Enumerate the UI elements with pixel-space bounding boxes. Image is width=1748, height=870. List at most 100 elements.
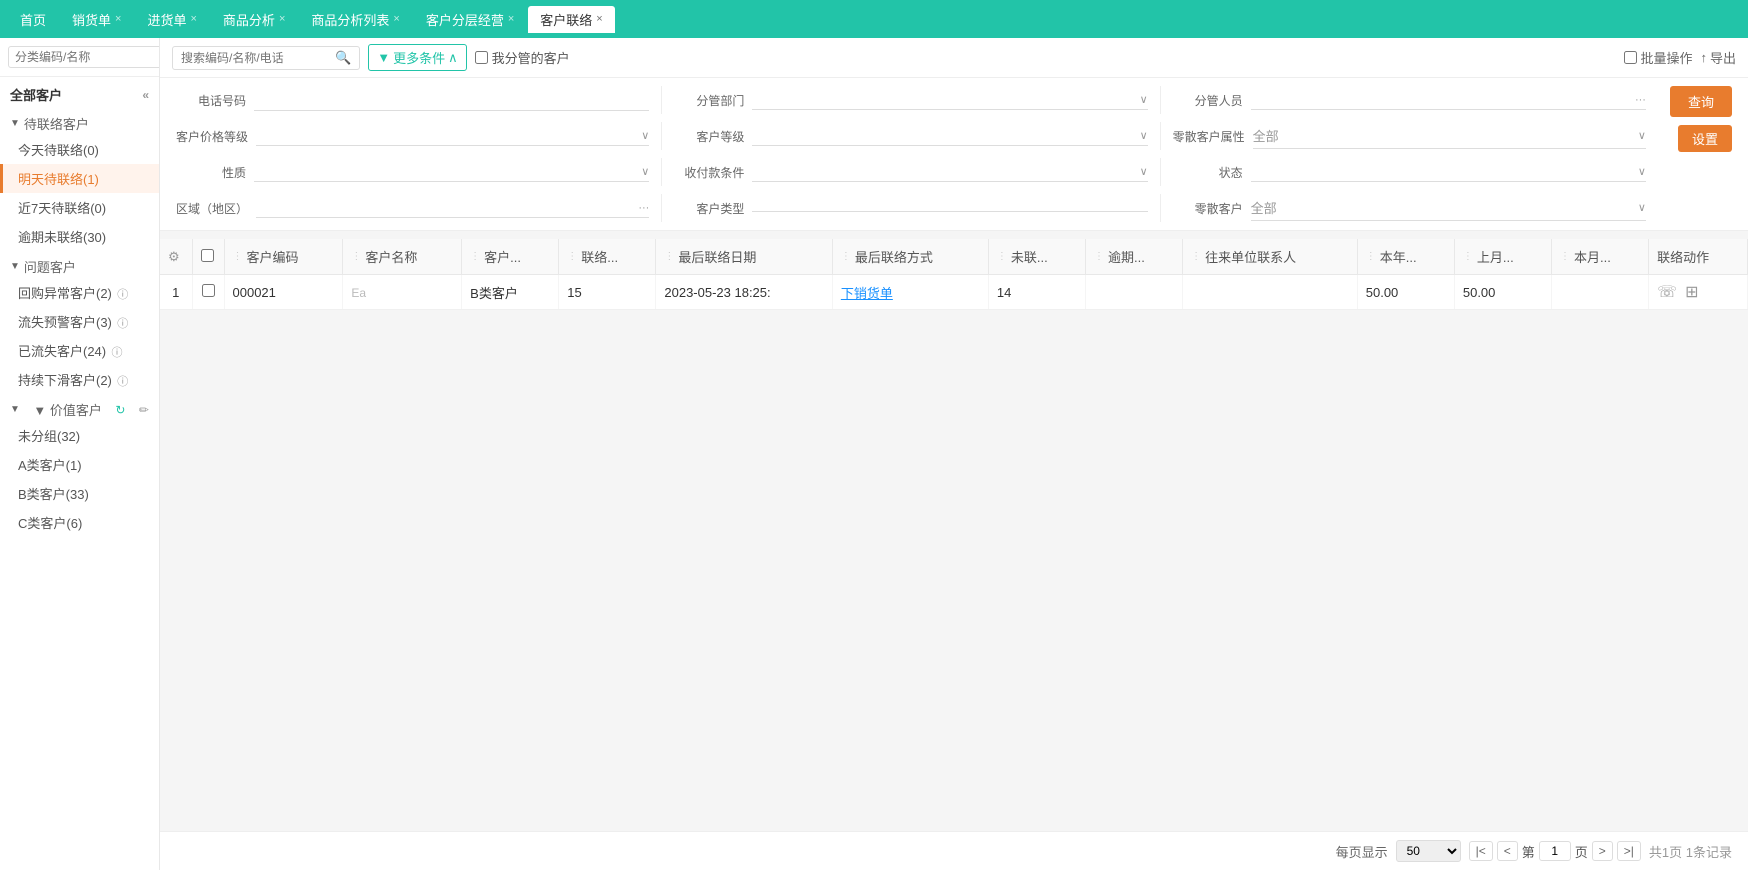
person-select[interactable]: ··· [1251, 91, 1646, 110]
dept-select[interactable]: ∨ [752, 90, 1147, 110]
filter-search-icon[interactable]: 🔍 [335, 50, 351, 66]
batch-op-checkbox[interactable] [1624, 51, 1637, 64]
retail-customer-select[interactable]: 全部 ∨ [1251, 195, 1646, 221]
last-page-button[interactable]: >| [1617, 841, 1641, 861]
first-page-button[interactable]: |< [1469, 841, 1493, 861]
churned-label: 已流失客户(24) [18, 344, 106, 359]
th-checkbox[interactable] [192, 239, 224, 275]
th-name[interactable]: ⋮ 客户名称 [343, 239, 462, 275]
next-page-button[interactable]: > [1592, 841, 1613, 861]
filter-cell-customer-level: 客户等级 ∨ [674, 126, 1147, 146]
table-header-row: ⚙ ⋮ 客户编码 ⋮ [160, 239, 1748, 275]
table-settings-icon[interactable]: ⚙ [168, 249, 180, 264]
sidebar-item-class-b[interactable]: B类客户(33) [0, 479, 159, 508]
filter-row-2: 客户价格等级 ∨ 客户等级 ∨ [176, 122, 1646, 150]
table-area: ⚙ ⋮ 客户编码 ⋮ [160, 231, 1748, 831]
sidebar-item-churn-warning[interactable]: 流失预警客户(3) ⓘ [0, 307, 159, 336]
sidebar-item-class-a[interactable]: A类客户(1) [0, 450, 159, 479]
retail-attr-select[interactable]: 全部 ∨ [1253, 123, 1646, 149]
export-button[interactable]: ↑ 导出 [1700, 48, 1736, 67]
table-row: 1 000021 Ea B类客户 [160, 275, 1748, 310]
th-code[interactable]: ⋮ 客户编码 [224, 239, 343, 275]
th-settings[interactable]: ⚙ [160, 239, 192, 275]
my-customers-checkbox-area[interactable]: 我分管的客户 [475, 48, 570, 67]
select-all-checkbox[interactable] [201, 249, 214, 262]
my-customers-checkbox[interactable] [475, 51, 488, 64]
sidebar-item-declining[interactable]: 持续下滑客户(2) ⓘ [0, 365, 159, 394]
page-input[interactable] [1539, 841, 1571, 861]
nav-purchase[interactable]: 进货单 × [135, 6, 208, 33]
payment-select[interactable]: ∨ [752, 162, 1147, 182]
more-conditions-button[interactable]: ▼ 更多条件 ∧ [368, 44, 466, 71]
nav-product-analysis-list[interactable]: 商品分析列表 × [299, 6, 411, 33]
row-checkbox-cell[interactable] [192, 275, 224, 310]
sidebar-item-tomorrow-contact[interactable]: 明天待联络(1) [0, 164, 159, 193]
customer-level-select[interactable]: ∨ [752, 126, 1147, 146]
customer-type-select[interactable] [752, 205, 1147, 212]
col-sort-icon-date: ⋮ [664, 251, 674, 262]
close-purchase-icon[interactable]: × [190, 13, 196, 25]
value-refresh-icon[interactable]: ↻ [115, 403, 125, 417]
per-page-label: 每页显示 [1336, 842, 1388, 861]
th-last-contact-method[interactable]: ⋮ 最后联络方式 [832, 239, 988, 275]
nav-customer-contact-label: 客户联络 [540, 10, 592, 29]
nav-sales[interactable]: 销货单 × [60, 6, 133, 33]
th-contact-person[interactable]: ⋮ 往来单位联系人 [1183, 239, 1358, 275]
sidebar-item-today-contact[interactable]: 今天待联络(0) [0, 135, 159, 164]
nature-select[interactable]: ∨ [254, 162, 649, 182]
filter-cell-dept: 分管部门 ∨ [674, 90, 1147, 110]
collapse-icon[interactable]: « [142, 88, 149, 102]
th-uncontacted[interactable]: ⋮ 未联... [988, 239, 1085, 275]
filter-search-input[interactable] [181, 51, 331, 65]
th-overdue[interactable]: ⋮ 逾期... [1085, 239, 1182, 275]
row-checkbox[interactable] [202, 284, 215, 297]
row-code: 000021 [224, 275, 343, 310]
per-page-select[interactable]: 50 20 100 [1396, 840, 1461, 862]
sidebar-item-overdue-contact[interactable]: 逾期未联络(30) [0, 222, 159, 251]
th-last-month[interactable]: ⋮ 上月... [1454, 239, 1551, 275]
filter-bar-right: 批量操作 ↑ 导出 [1624, 48, 1736, 67]
th-contact-count[interactable]: ⋮ 联络... [559, 239, 656, 275]
close-product-analysis-icon[interactable]: × [279, 13, 285, 25]
table-body: 1 000021 Ea B类客户 [160, 275, 1748, 310]
query-button[interactable]: 查询 [1670, 86, 1732, 117]
nav-home[interactable]: 首页 [8, 6, 58, 33]
nav-customer-tier[interactable]: 客户分层经营 × [414, 6, 526, 33]
row-last-contact-method-value[interactable]: 下销货单 [841, 286, 893, 301]
price-level-select[interactable]: ∨ [256, 126, 649, 146]
settings-button[interactable]: 设置 [1678, 125, 1732, 152]
value-edit-icon[interactable]: ✏ [139, 403, 149, 417]
close-customer-tier-icon[interactable]: × [508, 13, 514, 25]
advanced-filter-panel: 电话号码 分管部门 ∨ 分管人员 [160, 78, 1748, 231]
col-sort-icon-method: ⋮ [841, 251, 851, 262]
phone-input[interactable] [254, 90, 649, 111]
price-level-caret: ∨ [641, 129, 649, 142]
sidebar-search-input[interactable] [8, 46, 160, 68]
row-last-contact-method[interactable]: 下销货单 [832, 275, 988, 310]
region-select[interactable]: ··· [256, 199, 649, 218]
main-layout: 🔍 全部客户 « 待联络客户 今天待联络(0) 明天待联络(1) 近7天待联络(… [0, 38, 1748, 870]
th-last-contact-date[interactable]: ⋮ 最后联络日期 [656, 239, 832, 275]
status-select[interactable]: ∨ [1251, 162, 1646, 182]
row-action-phone-icon[interactable]: ☏ [1657, 282, 1677, 302]
footer-pagination: 每页显示 50 20 100 |< < 第 页 > >| 共1页 1条记录 [160, 831, 1748, 870]
close-sales-icon[interactable]: × [115, 13, 121, 25]
col-sort-icon-uncontacted: ⋮ [997, 251, 1007, 262]
batch-op-button[interactable]: 批量操作 [1624, 48, 1692, 67]
close-customer-contact-icon[interactable]: × [596, 13, 602, 25]
class-b-label: B类客户(33) [18, 487, 89, 502]
sidebar-item-ungrouped[interactable]: 未分组(32) [0, 421, 159, 450]
nav-product-analysis[interactable]: 商品分析 × [211, 6, 297, 33]
nav-customer-contact[interactable]: 客户联络 × [528, 6, 614, 33]
sidebar-item-churned[interactable]: 已流失客户(24) ⓘ [0, 336, 159, 365]
th-this-year[interactable]: ⋮ 本年... [1357, 239, 1454, 275]
all-customers-section[interactable]: 全部客户 « [0, 77, 159, 108]
prev-page-button[interactable]: < [1497, 841, 1518, 861]
sidebar-item-class-c[interactable]: C类客户(6) [0, 508, 159, 537]
row-action-qr-icon[interactable]: ⊞ [1685, 282, 1698, 302]
th-this-month[interactable]: ⋮ 本月... [1551, 239, 1648, 275]
sidebar-item-abnormal-repurchase[interactable]: 回购异常客户(2) ⓘ [0, 278, 159, 307]
sidebar-item-week-contact[interactable]: 近7天待联络(0) [0, 193, 159, 222]
close-product-analysis-list-icon[interactable]: × [393, 13, 399, 25]
th-customer-type[interactable]: ⋮ 客户... [462, 239, 559, 275]
